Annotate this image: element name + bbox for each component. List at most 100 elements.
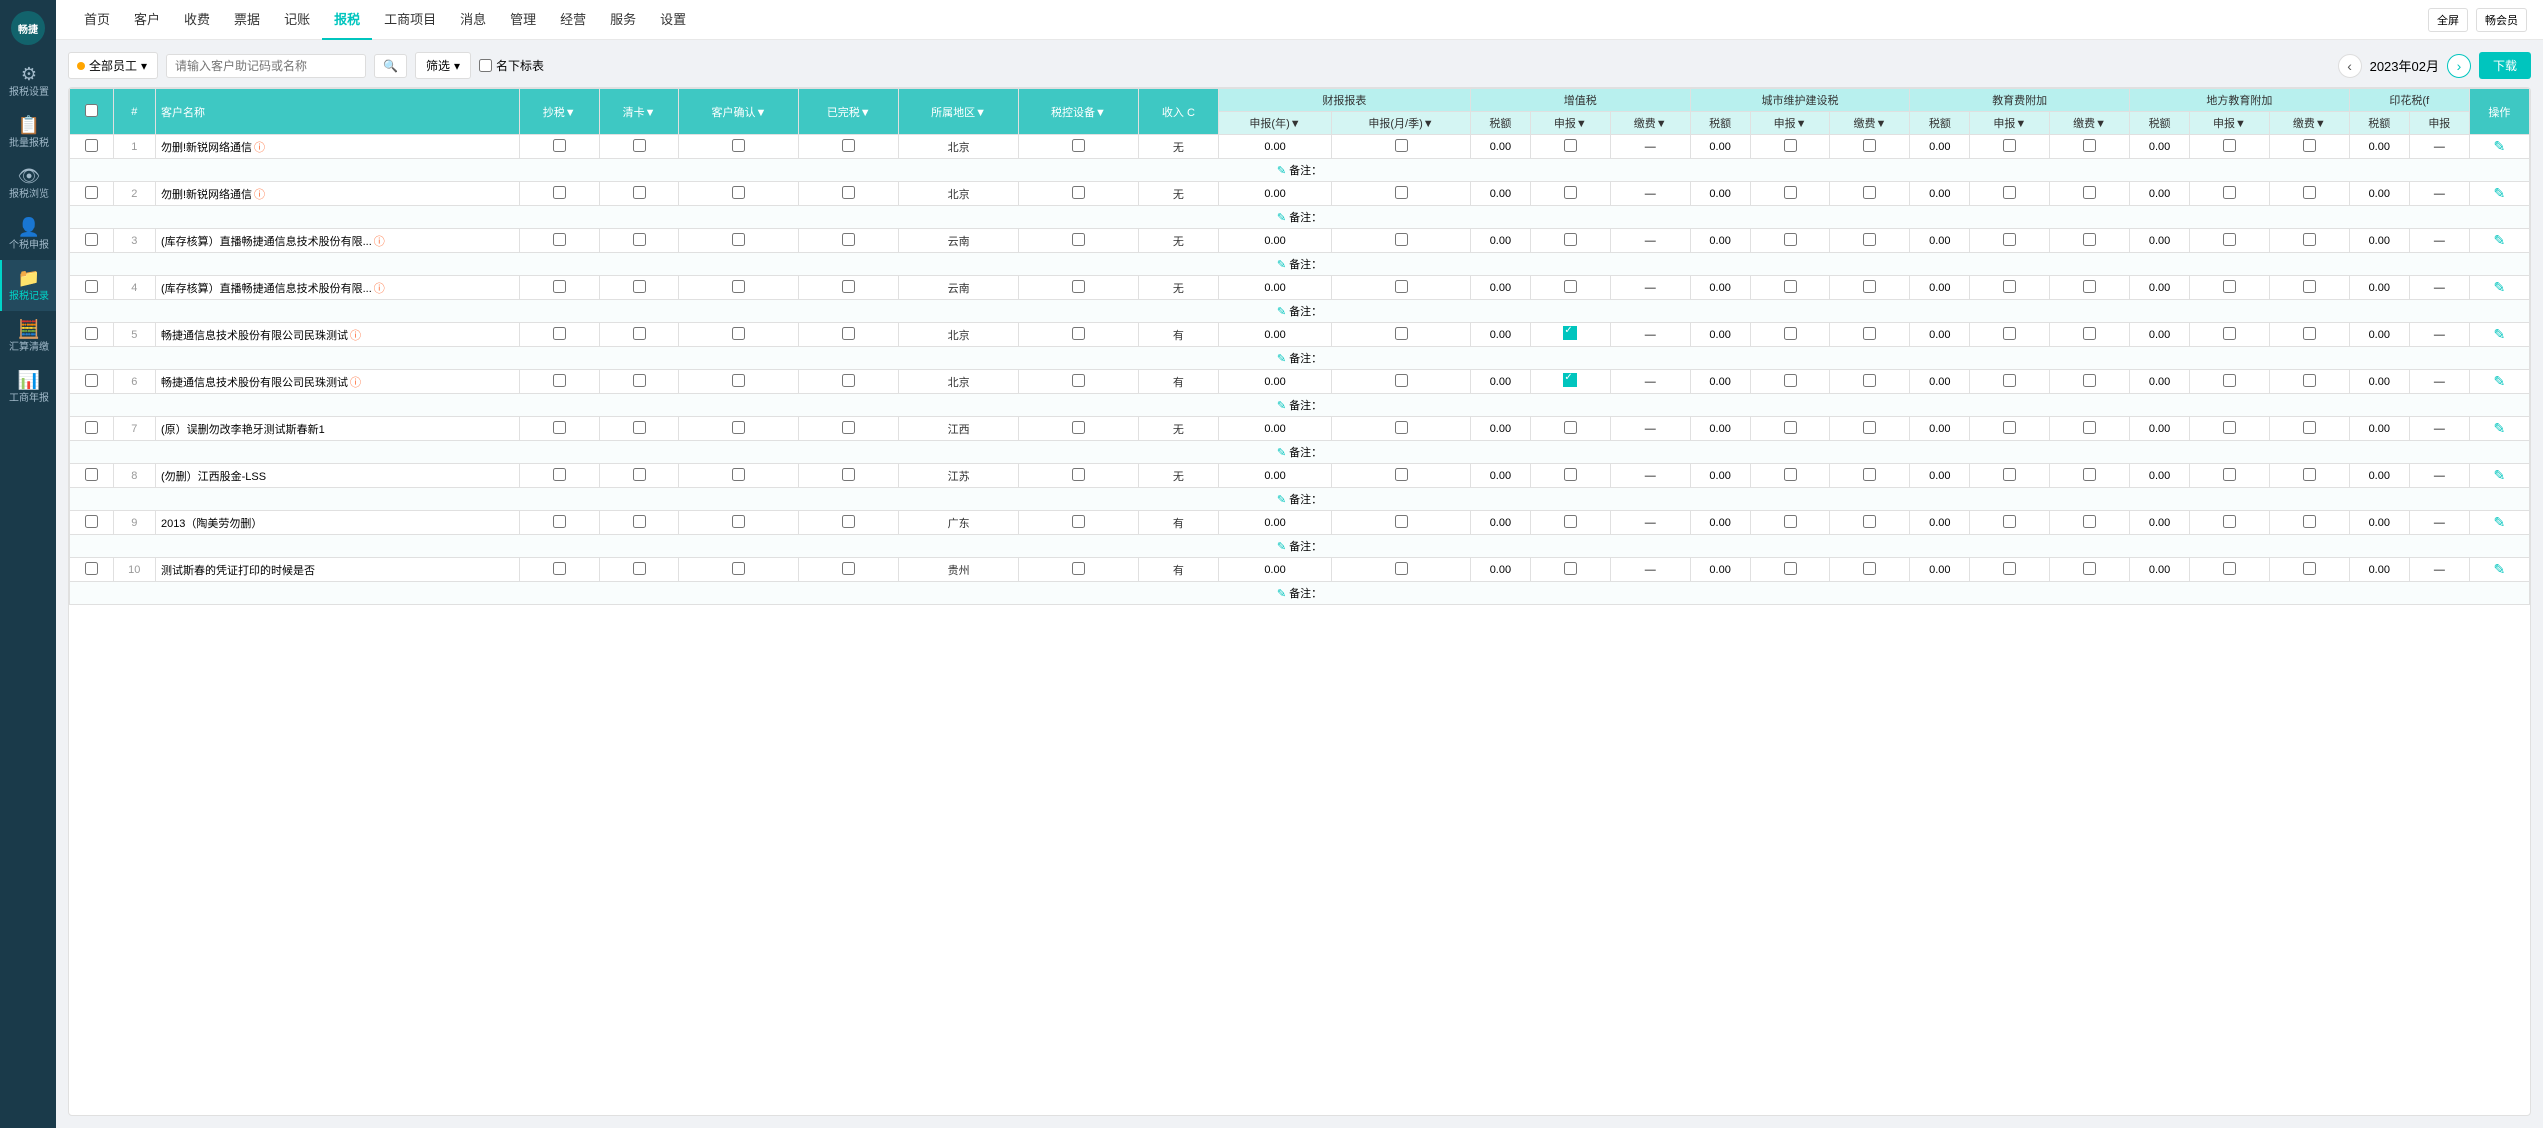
member-button[interactable]: 畅会员 — [2476, 8, 2527, 32]
nav-bookkeeping[interactable]: 记账 — [272, 0, 322, 40]
row-edit-action[interactable]: ✎ — [2469, 182, 2529, 206]
sidebar-item-baoshuishezhi[interactable]: ⚙ 报税设置 — [0, 56, 56, 107]
sidebar-item-gongshangnianba[interactable]: 📊 工商年报 — [0, 362, 56, 413]
edit-icon[interactable]: ✎ — [2494, 420, 2506, 436]
nav-home[interactable]: 首页 — [72, 0, 122, 40]
sidebar-item-piliangshuibao[interactable]: 📋 批量报税 — [0, 107, 56, 158]
row-jy-jf — [2050, 417, 2130, 441]
row-checkbox[interactable] — [85, 562, 98, 575]
nav-settings[interactable]: 设置 — [648, 0, 698, 40]
row-num: 7 — [113, 417, 155, 441]
row-edit-action[interactable]: ✎ — [2469, 464, 2529, 488]
nav-invoice[interactable]: 票据 — [222, 0, 272, 40]
edit-icon[interactable]: ✎ — [2494, 138, 2506, 154]
edit-icon[interactable]: ✎ — [2494, 326, 2506, 342]
row-checkbox[interactable] — [85, 139, 98, 152]
row-checkbox-cell — [70, 276, 114, 300]
row-checkbox[interactable] — [85, 468, 98, 481]
search-button[interactable]: 🔍 — [374, 54, 407, 78]
row-checkbox[interactable] — [85, 421, 98, 434]
nav-operation[interactable]: 经营 — [548, 0, 598, 40]
row-zj-taxamt: 0.00 — [1470, 276, 1530, 300]
prev-page-button[interactable]: ‹ — [2338, 54, 2362, 78]
row-zj-jf: — — [1610, 229, 1690, 253]
tax-table-container: # 客户名称 抄税▼ 清卡▼ 客户确认▼ 已完税▼ 所属地区▼ 税控设备▼ 收入… — [68, 87, 2531, 1116]
row-edit-action[interactable]: ✎ — [2469, 276, 2529, 300]
row-zj-sb — [1530, 417, 1610, 441]
row-df-taxamt: 0.00 — [2130, 323, 2190, 347]
sidebar-item-huisuanjingue[interactable]: 🧮 汇算清缴 — [0, 311, 56, 362]
row-edit-action[interactable]: ✎ — [2469, 370, 2529, 394]
th-declared: 已完税▼ — [799, 89, 899, 135]
note-edit-icon: ✎ — [1277, 353, 1286, 365]
row-name: 测试斯春的凭证打印的时候是否 — [155, 558, 519, 582]
sidebar-item-geshuishenbao[interactable]: 👤 个税申报 — [0, 209, 56, 260]
fullscreen-button[interactable]: 全屏 — [2428, 8, 2468, 32]
row-checkbox[interactable] — [85, 374, 98, 387]
row-jy-taxamt: 0.00 — [1910, 417, 1970, 441]
tax-table: # 客户名称 抄税▼ 清卡▼ 客户确认▼ 已完税▼ 所属地区▼ 税控设备▼ 收入… — [69, 88, 2530, 605]
row-cs-taxamt: 0.00 — [1690, 464, 1750, 488]
name-tag-checkbox-label[interactable]: 名下标表 — [479, 57, 544, 74]
row-df-taxamt: 0.00 — [2130, 558, 2190, 582]
row-cs-taxamt: 0.00 — [1690, 182, 1750, 206]
sidebar-label-baoshuijilu: 报税记录 — [9, 291, 49, 303]
nav-commerce[interactable]: 工商项目 — [372, 0, 448, 40]
row-checkbox[interactable] — [85, 327, 98, 340]
edit-icon[interactable]: ✎ — [2494, 373, 2506, 389]
row-df-sb — [2190, 370, 2270, 394]
nav-customer[interactable]: 客户 — [122, 0, 172, 40]
row-checkbox-cell — [70, 464, 114, 488]
edit-icon[interactable]: ✎ — [2494, 561, 2506, 577]
row-jy-sb — [1970, 558, 2050, 582]
row-edit-action[interactable]: ✎ — [2469, 511, 2529, 535]
edit-icon[interactable]: ✎ — [2494, 514, 2506, 530]
filter-button[interactable]: 筛选 ▾ — [415, 52, 471, 79]
row-income-val: 0.00 — [1218, 323, 1331, 347]
employee-filter[interactable]: 全部员工 ▾ — [68, 52, 158, 79]
sidebar-item-baoshuijilu[interactable]: 📁 报税记录 — [0, 260, 56, 311]
row-num: 5 — [113, 323, 155, 347]
row-jy-jf — [2050, 558, 2130, 582]
row-confirm — [679, 229, 799, 253]
nav-fee[interactable]: 收费 — [172, 0, 222, 40]
note-row: ✎备注： — [70, 206, 2530, 229]
row-edit-action[interactable]: ✎ — [2469, 558, 2529, 582]
note-edit-icon: ✎ — [1277, 212, 1286, 224]
edit-icon[interactable]: ✎ — [2494, 279, 2506, 295]
search-input[interactable] — [166, 54, 366, 78]
name-tag-checkbox[interactable] — [479, 59, 492, 72]
row-checkbox[interactable] — [85, 515, 98, 528]
row-df-sb — [2190, 464, 2270, 488]
row-zj-taxamt: 0.00 — [1470, 370, 1530, 394]
note-edit-icon: ✎ — [1277, 447, 1286, 459]
row-cs-sb — [1750, 511, 1830, 535]
row-edit-action[interactable]: ✎ — [2469, 323, 2529, 347]
th-confirm: 客户确认▼ — [679, 89, 799, 135]
row-income-val: 0.00 — [1218, 229, 1331, 253]
row-caiwu-month-cb — [1332, 511, 1471, 535]
row-edit-action[interactable]: ✎ — [2469, 135, 2529, 159]
nav-tax[interactable]: 报税 — [322, 0, 372, 40]
row-cs-taxamt: 0.00 — [1690, 135, 1750, 159]
edit-icon[interactable]: ✎ — [2494, 185, 2506, 201]
edit-icon[interactable]: ✎ — [2494, 467, 2506, 483]
nav-manage[interactable]: 管理 — [498, 0, 548, 40]
nav-service[interactable]: 服务 — [598, 0, 648, 40]
table-row: 6 畅捷通信息技术股份有限公司民珠测试ⓘ 北京 有 0.00 0.00 — 0.… — [70, 370, 2530, 394]
select-all-checkbox[interactable] — [85, 104, 98, 117]
download-button[interactable]: 下载 — [2479, 52, 2531, 79]
edit-icon[interactable]: ✎ — [2494, 232, 2506, 248]
row-checkbox[interactable] — [85, 233, 98, 246]
row-region: 北京 — [899, 135, 1019, 159]
row-checkbox[interactable] — [85, 186, 98, 199]
row-edit-action[interactable]: ✎ — [2469, 417, 2529, 441]
row-taxcopy — [519, 464, 599, 488]
sidebar-item-baoshuiliulan[interactable]: 👁 报税浏览 — [0, 158, 56, 209]
row-edit-action[interactable]: ✎ — [2469, 229, 2529, 253]
nav-message[interactable]: 消息 — [448, 0, 498, 40]
row-zj-sb — [1530, 229, 1610, 253]
row-checkbox[interactable] — [85, 280, 98, 293]
next-page-button[interactable]: › — [2447, 54, 2471, 78]
row-confirm — [679, 511, 799, 535]
